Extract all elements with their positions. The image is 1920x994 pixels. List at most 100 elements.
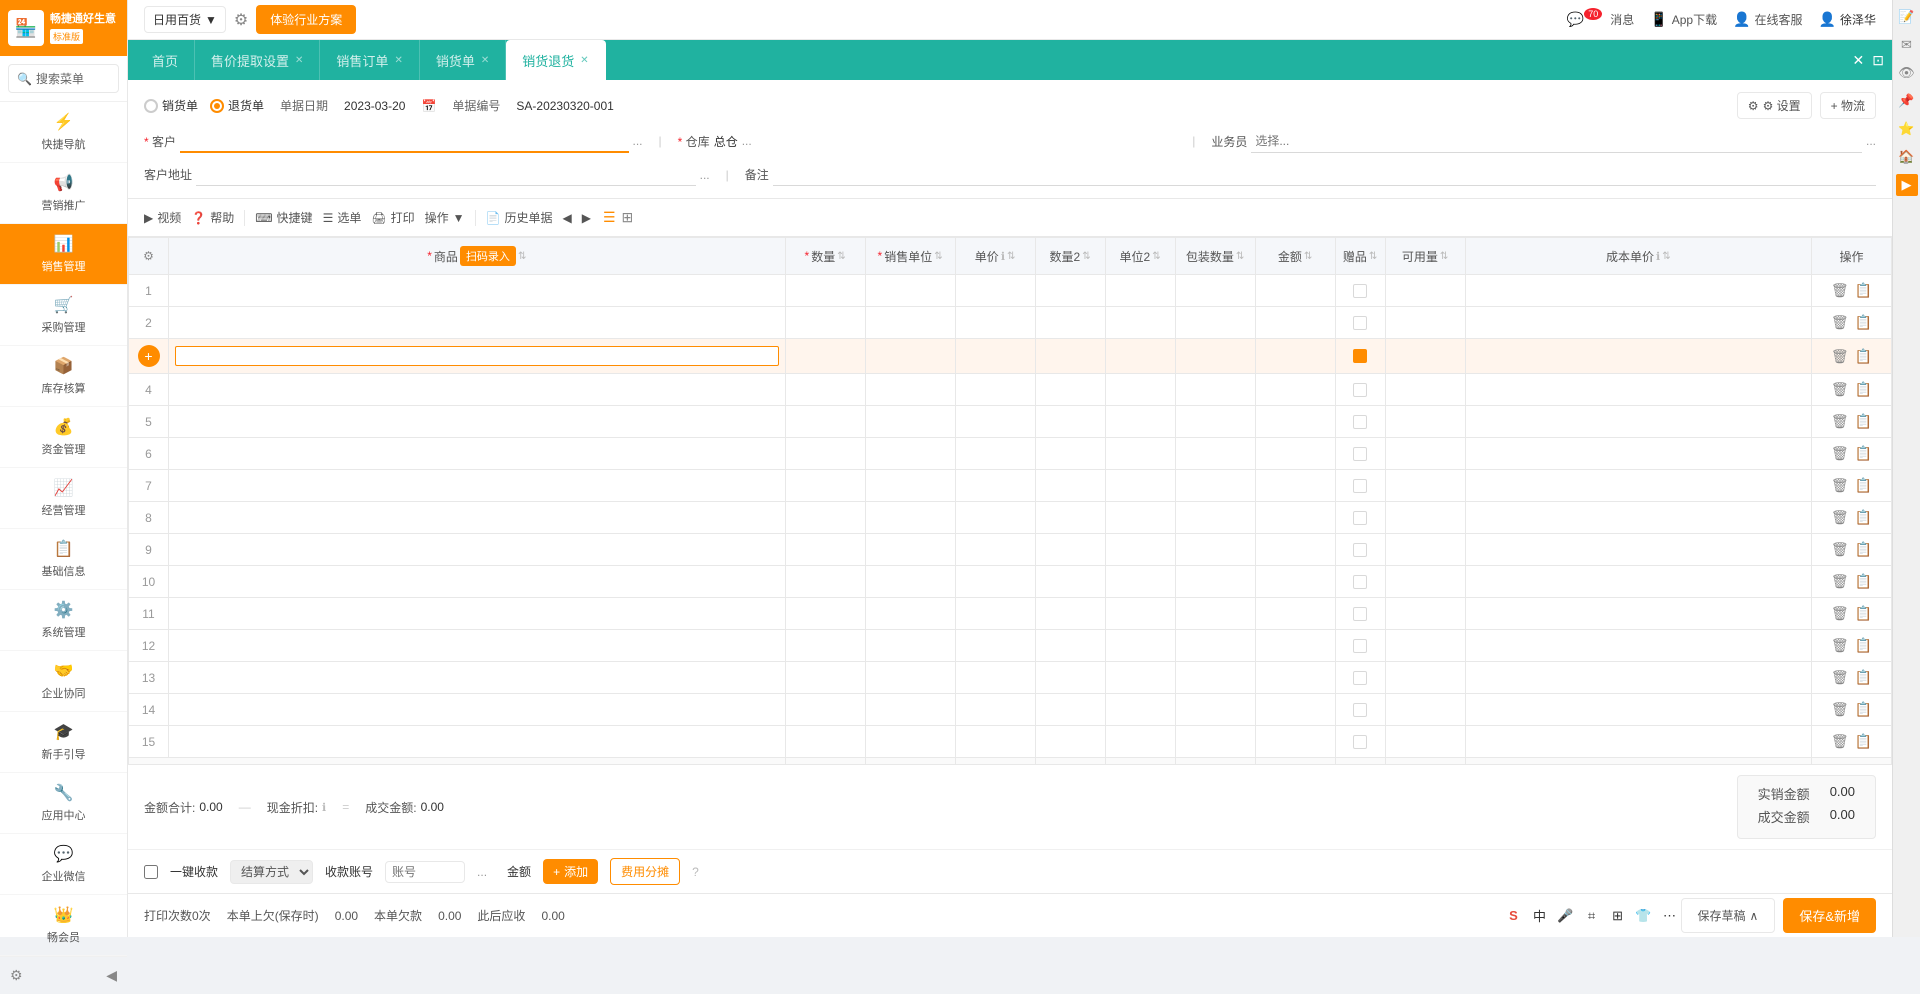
r4-unit2[interactable] [1105, 374, 1175, 406]
gift-cb-1[interactable] [1353, 284, 1367, 298]
online-service-group[interactable]: 👤 在线客服 [1733, 11, 1802, 28]
sidebar-item-zijin[interactable]: 💰 资金管理 [0, 407, 127, 468]
row-2-cost-price[interactable] [1465, 307, 1811, 339]
row-1-goods[interactable] [169, 275, 786, 307]
warehouse-picker-icon[interactable]: ... [742, 134, 752, 148]
person-foot-icon[interactable]: 👕 [1633, 905, 1655, 927]
gift-cb-9[interactable] [1353, 543, 1367, 557]
right-panel-icon-6[interactable]: 🏠 [1896, 146, 1918, 168]
toolbar-operation[interactable]: 操作 ▼ [425, 209, 465, 226]
save-new-button[interactable]: 保存&新增 [1783, 898, 1876, 933]
delete-icon-7[interactable]: 🗑 [1831, 477, 1849, 494]
row-3-sales-unit[interactable] [865, 339, 955, 374]
sort-icon-pkg[interactable]: ⇅ [1236, 251, 1244, 262]
delete-icon-8[interactable]: 🗑 [1831, 509, 1849, 526]
tab-sales-return-close[interactable]: ✕ [580, 55, 588, 66]
gift-cb-10[interactable] [1353, 575, 1367, 589]
payment-help-icon[interactable]: ? [692, 865, 699, 879]
row-2-unit-price[interactable] [955, 307, 1035, 339]
sort-icon-unit[interactable]: ⇅ [934, 251, 942, 262]
salesperson-input[interactable] [1251, 130, 1862, 153]
row-3-unit2[interactable] [1105, 339, 1175, 374]
copy-icon-8[interactable]: 📋 [1855, 509, 1872, 526]
sidebar-item-jingying[interactable]: 📈 经营管理 [0, 468, 127, 529]
row-2-sales-unit[interactable] [865, 307, 955, 339]
sidebar-collapse-btn[interactable]: ◀ [106, 967, 117, 984]
tab-sales-delivery[interactable]: 销货单 ✕ [420, 40, 506, 80]
sidebar-item-xiaoshou[interactable]: 📊 销售管理 [0, 224, 127, 285]
sidebar-item-caigou[interactable]: 🛒 采购管理 [0, 285, 127, 346]
address-input[interactable] [196, 163, 696, 186]
gift-cb-11[interactable] [1353, 607, 1367, 621]
right-panel-icon-1[interactable]: 📝 [1896, 6, 1918, 28]
salesperson-picker-icon[interactable]: ... [1866, 134, 1876, 148]
row-3-pkg-qty[interactable] [1175, 339, 1255, 374]
copy-icon-4[interactable]: 📋 [1855, 381, 1872, 398]
toolbar-help[interactable]: ❓ 帮助 [191, 209, 234, 226]
date-value[interactable]: 2023-03-20 [344, 99, 405, 113]
toolbar-nav-next[interactable]: ▶ [582, 211, 591, 225]
view-grid-btn[interactable]: ⊞ [620, 207, 636, 228]
copy-icon-11[interactable]: 📋 [1855, 605, 1872, 622]
row-2-unit2[interactable] [1105, 307, 1175, 339]
col-settings-icon[interactable]: ⚙ [143, 249, 154, 263]
delete-icon-1[interactable]: 🗑 [1831, 282, 1849, 299]
delete-icon-12[interactable]: 🗑 [1831, 637, 1849, 654]
scan-btn[interactable]: 扫码录入 [460, 246, 516, 266]
toolbar-select[interactable]: ☰ 选单 [323, 209, 362, 226]
row-3-cost-price[interactable] [1465, 339, 1811, 374]
copy-icon-9[interactable]: 📋 [1855, 541, 1872, 558]
copy-icon-12[interactable]: 📋 [1855, 637, 1872, 654]
tab-sales-return[interactable]: 销货退货 ✕ [506, 40, 605, 80]
scan-foot-icon[interactable]: ⌗ [1581, 905, 1603, 927]
right-panel-icon-4[interactable]: 📌 [1896, 90, 1918, 112]
r4-amt[interactable] [1255, 374, 1335, 406]
copy-icon-1[interactable]: 📋 [1855, 282, 1872, 299]
radio-sales-return[interactable]: 退货单 [210, 97, 264, 114]
right-panel-icon-3[interactable]: 👁 [1896, 62, 1918, 84]
row-3-unit-price[interactable] [955, 339, 1035, 374]
topbar-settings-icon[interactable]: ⚙ [234, 10, 248, 30]
row-1-sales-unit[interactable] [865, 275, 955, 307]
view-list-btn[interactable]: ☰ [601, 207, 618, 228]
account-input[interactable] [385, 861, 465, 883]
copy-icon-15[interactable]: 📋 [1855, 733, 1872, 750]
r4-qty[interactable] [785, 374, 865, 406]
row-3-qty[interactable] [785, 339, 865, 374]
sidebar-item-yingxiao[interactable]: 📢 营销推广 [0, 163, 127, 224]
sort-icon-qty2[interactable]: ⇅ [1082, 251, 1090, 262]
r4-cost[interactable] [1465, 374, 1811, 406]
tab-price-setting[interactable]: 售价提取设置 ✕ [195, 40, 320, 80]
gift-cb-15[interactable] [1353, 735, 1367, 749]
user-group[interactable]: 👤 徐泽华 [1819, 11, 1876, 28]
copy-icon-2[interactable]: 📋 [1855, 314, 1872, 331]
calendar-icon[interactable]: 📅 [421, 99, 436, 113]
sidebar-item-huiyuan[interactable]: 👑 畅会员 [0, 895, 127, 956]
delete-icon-15[interactable]: 🗑 [1831, 733, 1849, 750]
row-2-available[interactable] [1385, 307, 1465, 339]
row-1-pkg-qty[interactable] [1175, 275, 1255, 307]
row-3-qty2[interactable] [1035, 339, 1105, 374]
industry-select[interactable]: 日用百货 ▼ [144, 6, 226, 33]
row-1-amount[interactable] [1255, 275, 1335, 307]
sidebar-item-kuaijie[interactable]: ⚡ 快捷导航 [0, 102, 127, 163]
cost-price-info-icon[interactable]: ℹ [1656, 250, 1660, 263]
delete-icon-11[interactable]: 🗑 [1831, 605, 1849, 622]
r4-sunit[interactable] [865, 374, 955, 406]
tab-expand-btn[interactable]: ⊡ [1872, 52, 1884, 69]
search-menu-button[interactable]: 🔍 搜索菜单 [8, 64, 119, 93]
sort-icon-goods[interactable]: ⇅ [518, 251, 526, 262]
radio-sales-delivery[interactable]: 销货单 [144, 97, 198, 114]
discount-info-icon[interactable]: ℹ [322, 801, 326, 814]
sidebar-item-kucun[interactable]: 📦 库存核算 [0, 346, 127, 407]
copy-icon-5[interactable]: 📋 [1855, 413, 1872, 430]
zhong-icon[interactable]: 中 [1529, 905, 1551, 927]
row-1-cost-price[interactable] [1465, 275, 1811, 307]
r4-gift[interactable] [1335, 374, 1385, 406]
row-2-amount[interactable] [1255, 307, 1335, 339]
gift-cb-14[interactable] [1353, 703, 1367, 717]
add-row-button[interactable]: + [138, 345, 160, 367]
delete-icon-5[interactable]: 🗑 [1831, 413, 1849, 430]
sidebar-item-qiye[interactable]: 🤝 企业协同 [0, 651, 127, 712]
payment-dots[interactable]: ... [477, 865, 487, 879]
